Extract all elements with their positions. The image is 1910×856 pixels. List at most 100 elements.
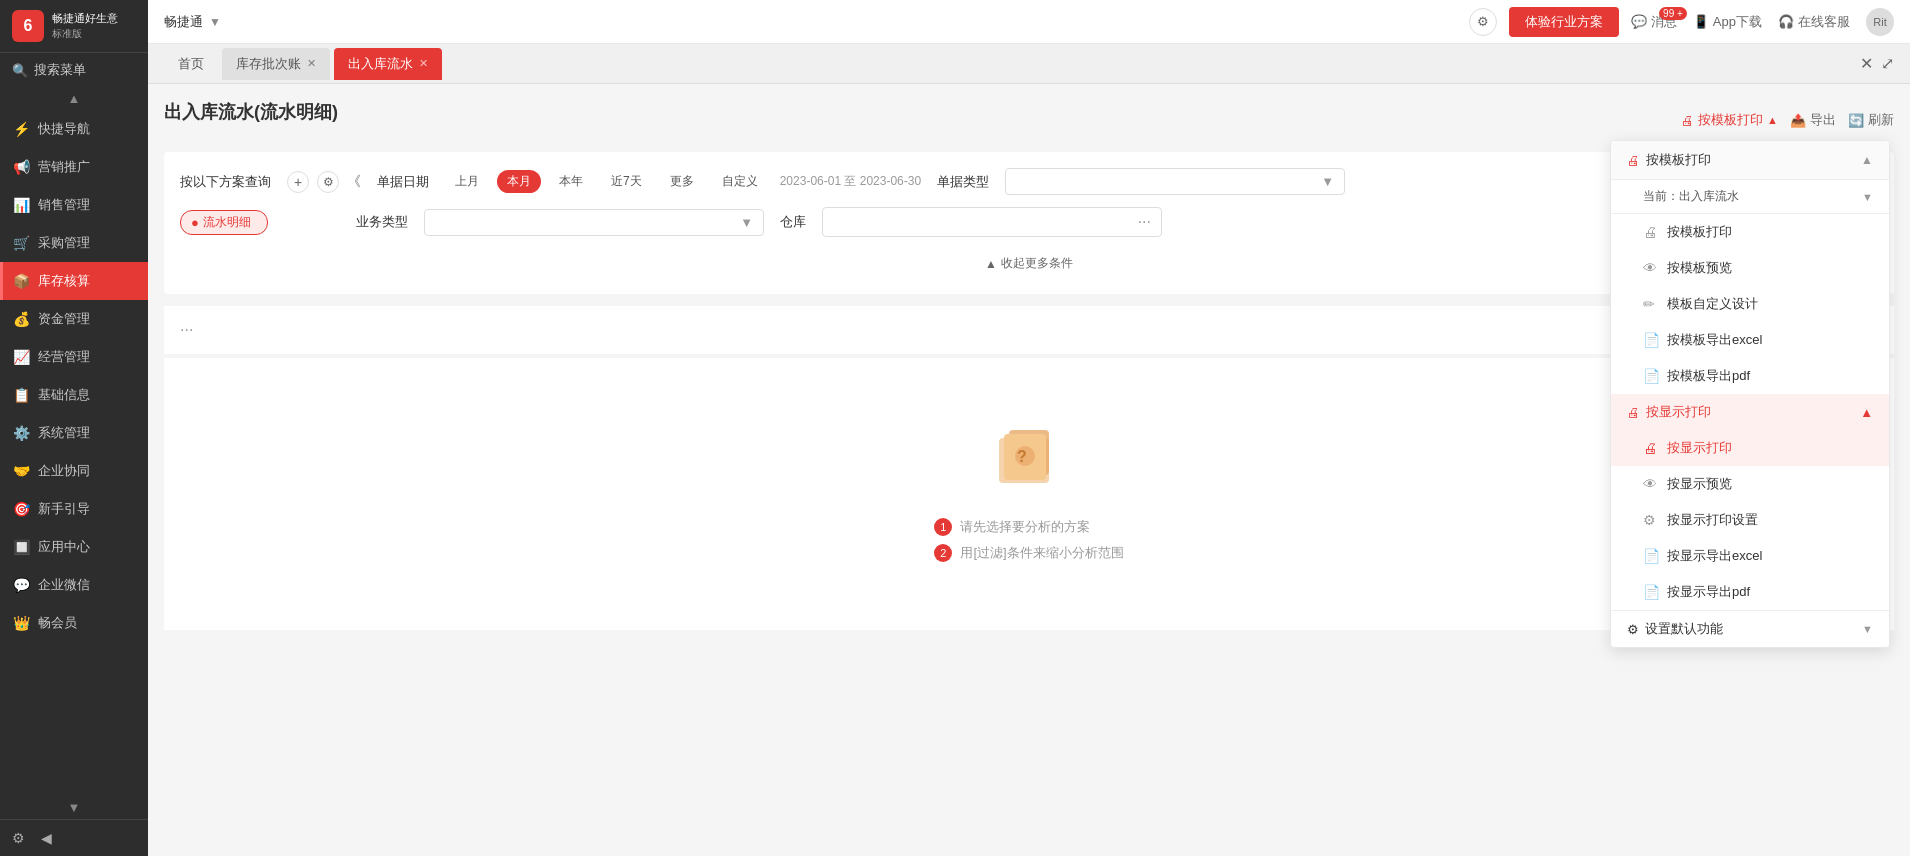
biz-type-select[interactable]: ▼ <box>424 209 764 236</box>
display-section-chevron-up: ▲ <box>1860 405 1873 420</box>
filter-add-btn[interactable]: + <box>287 171 309 193</box>
print-template-btn[interactable]: 🖨 按模板打印 ▲ <box>1681 111 1778 129</box>
flow-tag-label: 流水明细 <box>203 214 251 231</box>
settings-bottom-icon[interactable]: ⚙ <box>12 830 25 846</box>
search-menu-label: 搜索菜单 <box>34 61 86 79</box>
sidebar-item-basic[interactable]: 📋 基础信息 <box>0 376 148 414</box>
filter-collapse-arrow[interactable]: 《 <box>347 173 361 191</box>
tab-close-batch[interactable]: ✕ <box>307 57 316 70</box>
date-chip-custom[interactable]: 自定义 <box>712 170 768 193</box>
tab-batch-account[interactable]: 库存批次账 ✕ <box>222 48 330 80</box>
filter-label: 按以下方案查询 <box>180 173 271 191</box>
dropdown-header-left: 🖨 按模板打印 <box>1627 151 1711 169</box>
template-custom-label: 模板自定义设计 <box>1667 295 1758 313</box>
page-title: 出入库流水(流水明细) <box>164 100 338 124</box>
sidebar-item-wechat[interactable]: 💬 企业微信 <box>0 566 148 604</box>
warehouse-select[interactable]: ··· <box>822 207 1162 237</box>
dropdown-item-template-print[interactable]: 🖨 按模板打印 <box>1611 214 1889 250</box>
dropdown-item-display-preview[interactable]: 👁 按显示预览 <box>1611 466 1889 502</box>
print-chevron-up: ▲ <box>1767 114 1778 126</box>
type-select-chevron: ▼ <box>1321 174 1334 189</box>
date-chip-last-month[interactable]: 上月 <box>445 170 489 193</box>
sidebar-item-label: 经营管理 <box>38 348 90 366</box>
user-avatar-text: Rit <box>1873 16 1886 28</box>
purchase-icon: 🛒 <box>12 234 30 252</box>
toolbar-more-dots[interactable]: ··· <box>180 321 193 339</box>
template-excel-label: 按模板导出excel <box>1667 331 1762 349</box>
dropdown-item-display-pdf[interactable]: 📄 按显示导出pdf <box>1611 574 1889 610</box>
sidebar-item-marketing[interactable]: 📢 营销推广 <box>0 148 148 186</box>
type-select[interactable]: ▼ <box>1005 168 1345 195</box>
dropdown-item-display-print[interactable]: 🖨 按显示打印 <box>1611 430 1889 466</box>
app-version: 标准版 <box>52 27 118 41</box>
filter-actions: + ⚙ 《 <box>287 171 361 193</box>
search-menu[interactable]: 🔍 搜索菜单 <box>0 53 148 87</box>
footer-chevron: ▼ <box>1862 623 1873 635</box>
search-icon: 🔍 <box>12 63 28 78</box>
date-chip-more[interactable]: 更多 <box>660 170 704 193</box>
sidebar-scroll-up[interactable]: ▲ <box>0 87 148 110</box>
sidebar-item-label: 库存核算 <box>38 272 90 290</box>
topbar-message-btn[interactable]: 💬 消息 99 + <box>1631 13 1677 31</box>
dropdown-item-template-excel[interactable]: 📄 按模板导出excel <box>1611 322 1889 358</box>
finance-icon: 💰 <box>12 310 30 328</box>
template-print-label: 按模板打印 <box>1667 223 1732 241</box>
template-preview-label: 按模板预览 <box>1667 259 1732 277</box>
inventory-flow-tab-label: 出入库流水 <box>348 55 413 73</box>
refresh-btn[interactable]: 🔄 刷新 <box>1848 111 1894 129</box>
dropdown-header[interactable]: 🖨 按模板打印 ▲ <box>1611 141 1889 180</box>
dropdown-item-template-custom[interactable]: ✏ 模板自定义设计 <box>1611 286 1889 322</box>
display-excel-icon: 📄 <box>1643 548 1659 564</box>
dropdown-item-template-preview[interactable]: 👁 按模板预览 <box>1611 250 1889 286</box>
inventory-icon: 📦 <box>12 272 30 290</box>
collapse-up-icon: ▲ <box>985 257 997 271</box>
sidebar-item-sales[interactable]: 📊 销售管理 <box>0 186 148 224</box>
dropdown-footer[interactable]: ⚙ 设置默认功能 ▼ <box>1611 610 1889 647</box>
sidebar-scroll-down[interactable]: ▼ <box>0 796 148 819</box>
sidebar-item-purchase[interactable]: 🛒 采购管理 <box>0 224 148 262</box>
tab-home[interactable]: 首页 <box>164 48 218 80</box>
topbar-username: 畅捷通 <box>164 13 203 31</box>
date-chip-this-month[interactable]: 本月 <box>497 170 541 193</box>
sidebar-nav: ⚡ 快捷导航 📢 营销推广 📊 销售管理 🛒 采购管理 📦 库存核算 💰 资金管… <box>0 110 148 796</box>
topbar-dropdown-icon[interactable]: ▼ <box>209 15 221 29</box>
maximize-btn[interactable]: ⤢ <box>1881 54 1894 73</box>
sidebar-item-system[interactable]: ⚙️ 系统管理 <box>0 414 148 452</box>
topbar-right: 💬 消息 99 + 📱 App下载 🎧 在线客服 Rit <box>1631 8 1894 36</box>
headset-icon: 🎧 <box>1778 14 1794 29</box>
sidebar-item-apps[interactable]: 🔲 应用中心 <box>0 528 148 566</box>
date-chip-this-year[interactable]: 本年 <box>549 170 593 193</box>
dropdown-item-display-excel[interactable]: 📄 按显示导出excel <box>1611 538 1889 574</box>
sidebar-item-coop[interactable]: 🤝 企业协同 <box>0 452 148 490</box>
dropdown-item-display-settings[interactable]: ⚙ 按显示打印设置 <box>1611 502 1889 538</box>
dropdown-item-template-pdf[interactable]: 📄 按模板导出pdf <box>1611 358 1889 394</box>
topbar-service[interactable]: 🎧 在线客服 <box>1778 13 1850 31</box>
collapse-sidebar-icon[interactable]: ◀ <box>41 830 52 846</box>
member-icon: 👑 <box>12 614 30 632</box>
export-btn[interactable]: 📤 导出 <box>1790 111 1836 129</box>
system-icon: ⚙️ <box>12 424 30 442</box>
date-filter: 上月 本月 本年 近7天 更多 自定义 2023-06-01 至 2023-06… <box>445 170 921 193</box>
sidebar-item-quick-nav[interactable]: ⚡ 快捷导航 <box>0 110 148 148</box>
sidebar-item-guide[interactable]: 🎯 新手引导 <box>0 490 148 528</box>
filter-settings-btn[interactable]: ⚙ <box>317 171 339 193</box>
sidebar-item-member[interactable]: 👑 畅会员 <box>0 604 148 642</box>
topbar-settings-btn[interactable]: ⚙ <box>1469 8 1497 36</box>
warehouse-more-icon[interactable]: ··· <box>1138 213 1151 231</box>
topbar-avatar[interactable]: Rit <box>1866 8 1894 36</box>
sidebar-item-operation[interactable]: 📈 经营管理 <box>0 338 148 376</box>
sidebar-item-inventory[interactable]: 📦 库存核算 <box>0 262 148 300</box>
export-icon: 📤 <box>1790 113 1806 128</box>
close-all-tabs-btn[interactable]: ✕ <box>1860 54 1873 73</box>
flow-detail-tag[interactable]: ● 流水明细 <box>180 210 268 235</box>
template-excel-icon: 📄 <box>1643 332 1659 348</box>
tab-close-flow[interactable]: ✕ <box>419 57 428 70</box>
topbar-app-download[interactable]: 📱 App下载 <box>1693 13 1762 31</box>
trial-btn[interactable]: 体验行业方案 <box>1509 7 1619 37</box>
date-chip-7days[interactable]: 近7天 <box>601 170 652 193</box>
display-pdf-icon: 📄 <box>1643 584 1659 600</box>
tab-inventory-flow[interactable]: 出入库流水 ✕ <box>334 48 442 80</box>
display-section-header[interactable]: 🖨 按显示打印 ▲ <box>1611 394 1889 430</box>
sidebar-item-finance[interactable]: 💰 资金管理 <box>0 300 148 338</box>
dropdown-chevron-up: ▲ <box>1861 153 1873 167</box>
